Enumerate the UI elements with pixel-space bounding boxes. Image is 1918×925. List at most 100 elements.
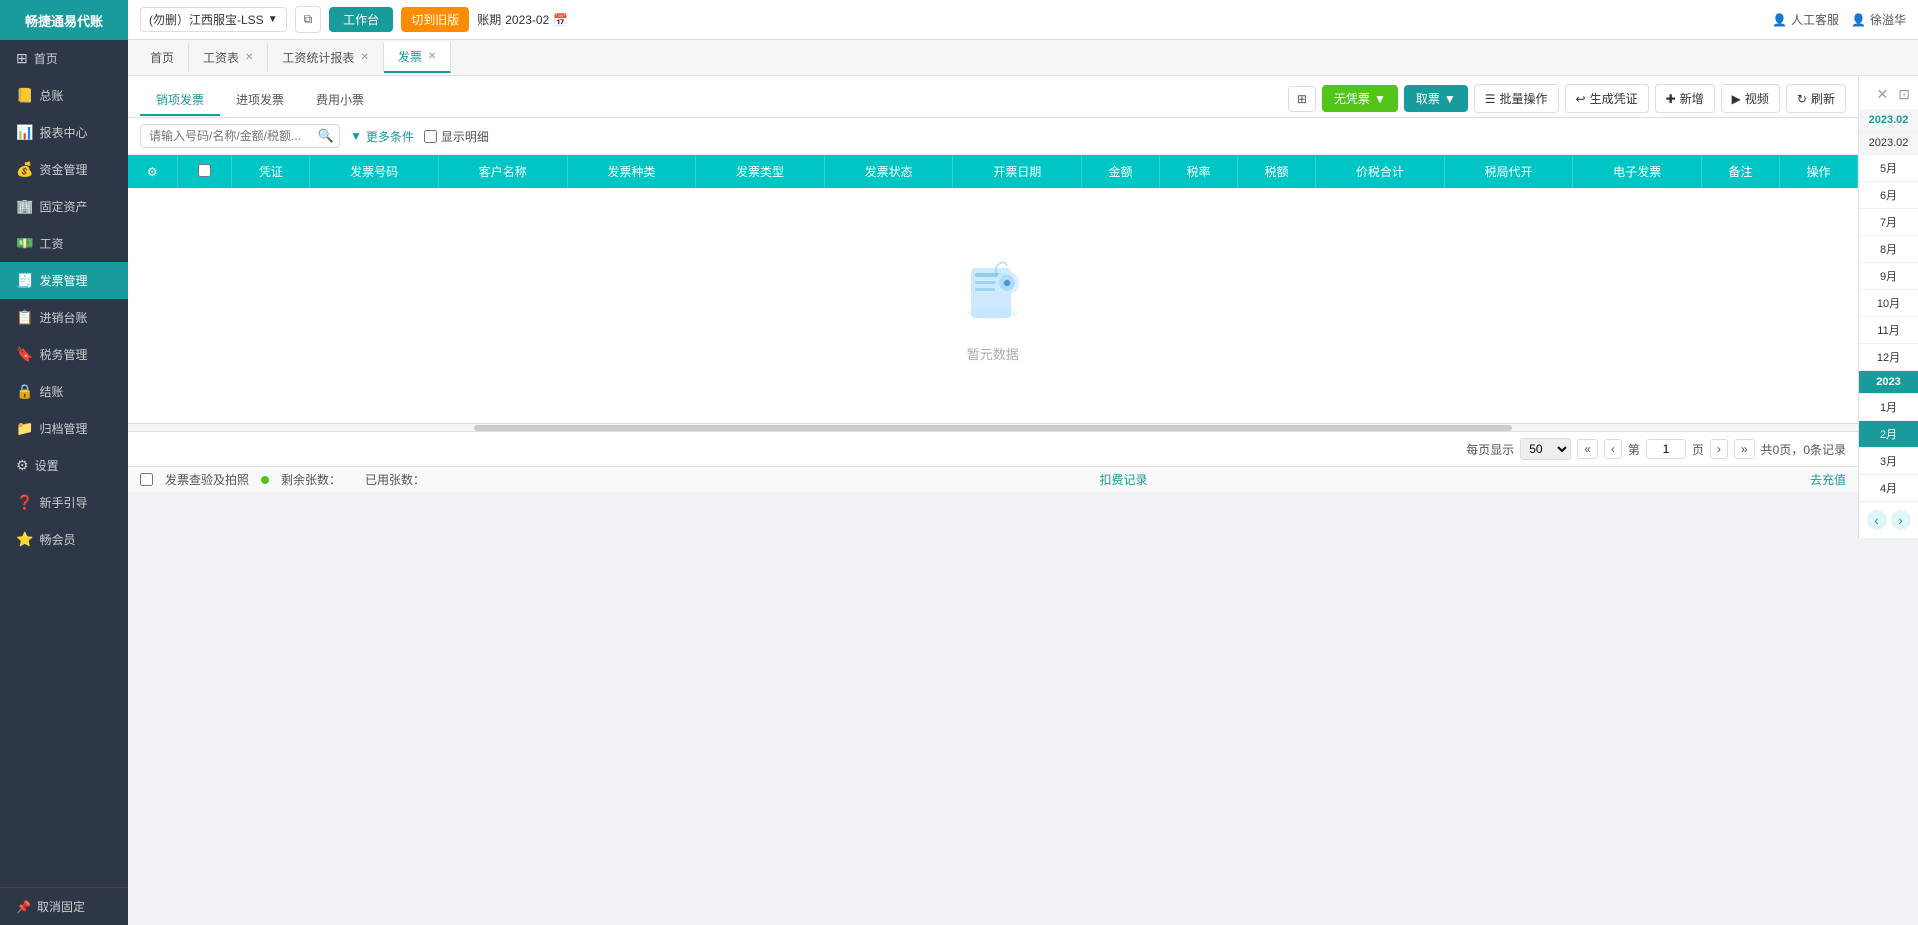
tab-payroll-table-close[interactable]: ✕ [245, 52, 253, 63]
sidebar-item-funds[interactable]: 💰 资金管理 [0, 151, 128, 188]
add-icon: ✚ [1666, 92, 1676, 106]
sidebar-item-settings[interactable]: ⚙ 设置 [0, 447, 128, 484]
voucher-chevron: ▼ [1444, 92, 1456, 106]
tab-home[interactable]: 首页 [136, 43, 189, 72]
col-amount[interactable]: 金额 [1082, 155, 1160, 188]
col-action[interactable]: 操作 [1779, 155, 1857, 188]
right-panel-prev-btn[interactable]: ‹ [1867, 510, 1887, 530]
next-page-btn[interactable]: › [1710, 439, 1728, 459]
invoice-verify-checkbox[interactable] [140, 473, 153, 486]
col-remark[interactable]: 备注 [1701, 155, 1779, 188]
used-label: 已用张数： [365, 471, 425, 488]
company-dropdown-icon: ▼ [268, 14, 278, 25]
sidebar-item-guide[interactable]: ❓ 新手引导 [0, 484, 128, 521]
date-month-11[interactable]: 11月 [1859, 317, 1918, 344]
sidebar-item-reports[interactable]: 📊 报表中心 [0, 114, 128, 151]
sidebar-item-member[interactable]: ⭐ 畅会员 [0, 521, 128, 558]
add-new-button[interactable]: ✚ 新增 [1655, 84, 1715, 113]
date-month-12[interactable]: 12月 [1859, 344, 1918, 371]
refresh-button[interactable]: ↻ 刷新 [1786, 84, 1846, 113]
col-tax-total[interactable]: 价税合计 [1316, 155, 1445, 188]
sidebar-label-guide: 新手引导 [39, 494, 87, 511]
sidebar-item-archive[interactable]: 📁 归档管理 [0, 410, 128, 447]
tab-invoice[interactable]: 发票 ✕ [384, 42, 451, 73]
sidebar-item-ledger[interactable]: 📒 总账 [0, 77, 128, 114]
user-profile[interactable]: 👤 徐溢华 [1851, 11, 1906, 28]
sidebar-item-sales[interactable]: 📋 进销台账 [0, 299, 128, 336]
sidebar-label-reports: 报表中心 [39, 124, 87, 141]
page-size-select[interactable]: 50 100 200 [1520, 438, 1571, 460]
sidebar-item-close[interactable]: 🔒 结账 [0, 373, 128, 410]
company-selector[interactable]: (勿删）江西服宝-LSS ▼ [140, 7, 287, 32]
tab-invoice-close[interactable]: ✕ [428, 51, 436, 62]
last-page-btn[interactable]: » [1734, 439, 1755, 459]
sidebar-item-tax[interactable]: 🔖 税务管理 [0, 336, 128, 373]
select-all-checkbox[interactable] [198, 164, 211, 177]
horizontal-scrollbar[interactable] [474, 425, 1512, 431]
col-tax-rate[interactable]: 税率 [1160, 155, 1238, 188]
date-month-2-active[interactable]: 2月 [1859, 421, 1918, 448]
first-page-btn[interactable]: « [1577, 439, 1598, 459]
sidebar-item-home[interactable]: ⊞ 首页 [0, 40, 128, 77]
workbench-button[interactable]: 工作台 [329, 7, 393, 32]
col-invoice-type[interactable]: 发票种类 [567, 155, 696, 188]
customer-service-icon: 👤 [1772, 13, 1787, 27]
prev-page-btn[interactable]: ‹ [1604, 439, 1622, 459]
tab-invoice-label: 发票 [398, 48, 422, 65]
col-voucher[interactable]: 凭证 [232, 155, 310, 188]
copy-company-button[interactable]: ⧉ [295, 6, 322, 33]
col-invoice-no[interactable]: 发票号码 [310, 155, 439, 188]
date-month-9[interactable]: 9月 [1859, 263, 1918, 290]
date-month-3[interactable]: 3月 [1859, 448, 1918, 475]
customer-service-label: 人工客服 [1791, 11, 1839, 28]
sidebar-unpin[interactable]: 📌 取消固定 [0, 888, 128, 925]
no-voucher-button[interactable]: 无凭票 ▼ [1322, 85, 1398, 112]
sidebar-item-payroll[interactable]: 💵 工资 [0, 225, 128, 262]
subtab-purchase-invoice[interactable]: 进项发票 [220, 85, 300, 116]
right-panel-expand-icon[interactable]: ⊡ [1894, 82, 1914, 107]
col-tax-code[interactable]: 税局代开 [1444, 155, 1573, 188]
right-panel: ✕ ⊡ 2023.02 2023.02 5月 6月 7月 8月 9月 10月 1… [1858, 76, 1918, 538]
col-tax[interactable]: 税额 [1238, 155, 1316, 188]
right-panel-close-icon[interactable]: ✕ [1873, 82, 1893, 107]
voucher-button[interactable]: 取票 ▼ [1404, 85, 1468, 112]
tab-payroll-stats[interactable]: 工资统计报表 ✕ [268, 43, 383, 72]
customer-service[interactable]: 👤 人工客服 [1772, 11, 1839, 28]
date-year-2023[interactable]: 2023 [1859, 371, 1918, 394]
show-detail-input[interactable] [424, 130, 437, 143]
topbar-right: 👤 人工客服 👤 徐溢华 [1772, 11, 1906, 28]
date-month-1[interactable]: 1月 [1859, 394, 1918, 421]
col-e-invoice[interactable]: 电子发票 [1573, 155, 1702, 188]
date-month-5[interactable]: 5月 [1859, 155, 1918, 182]
tab-payroll-table[interactable]: 工资表 ✕ [189, 43, 268, 72]
recharge-link[interactable]: 去充值 [1810, 471, 1846, 488]
subtab-sales-invoice[interactable]: 销项发票 [140, 85, 220, 116]
show-detail-checkbox[interactable]: 显示明细 [424, 128, 489, 145]
subtab-expense-receipt[interactable]: 费用小票 [300, 85, 380, 116]
date-month-6[interactable]: 6月 [1859, 182, 1918, 209]
col-invoice-category[interactable]: 发票类型 [696, 155, 825, 188]
date-month-10[interactable]: 10月 [1859, 290, 1918, 317]
date-month-7[interactable]: 7月 [1859, 209, 1918, 236]
filter-more-btn[interactable]: ▼ 更多条件 [350, 128, 414, 145]
video-button[interactable]: ▶ 视频 [1721, 84, 1780, 113]
search-input[interactable] [140, 124, 340, 148]
sidebar-label-archive: 归档管理 [39, 420, 87, 437]
col-invoice-status[interactable]: 发票状态 [824, 155, 953, 188]
col-customer[interactable]: 客户名称 [438, 155, 567, 188]
gen-voucher-button[interactable]: ↩ 生成凭证 [1565, 84, 1649, 113]
batch-ops-button[interactable]: ☰ 批量操作 [1474, 84, 1559, 113]
col-settings[interactable]: ⚙ [128, 155, 177, 188]
grid-view-button[interactable]: ⊞ [1288, 86, 1316, 112]
col-open-date[interactable]: 开票日期 [953, 155, 1082, 188]
date-month-8[interactable]: 8月 [1859, 236, 1918, 263]
col-checkbox[interactable] [177, 155, 232, 188]
fee-record-link[interactable]: 扣费记录 [1100, 471, 1148, 488]
date-month-4[interactable]: 4月 [1859, 475, 1918, 502]
sidebar-item-assets[interactable]: 🏢 固定资产 [0, 188, 128, 225]
switch-old-button[interactable]: 切到旧版 [401, 7, 469, 32]
sidebar-item-invoice[interactable]: 🧾 发票管理 [0, 262, 128, 299]
page-input[interactable] [1646, 439, 1686, 459]
tab-payroll-stats-close[interactable]: ✕ [360, 52, 368, 63]
right-panel-next-btn[interactable]: › [1891, 510, 1911, 530]
